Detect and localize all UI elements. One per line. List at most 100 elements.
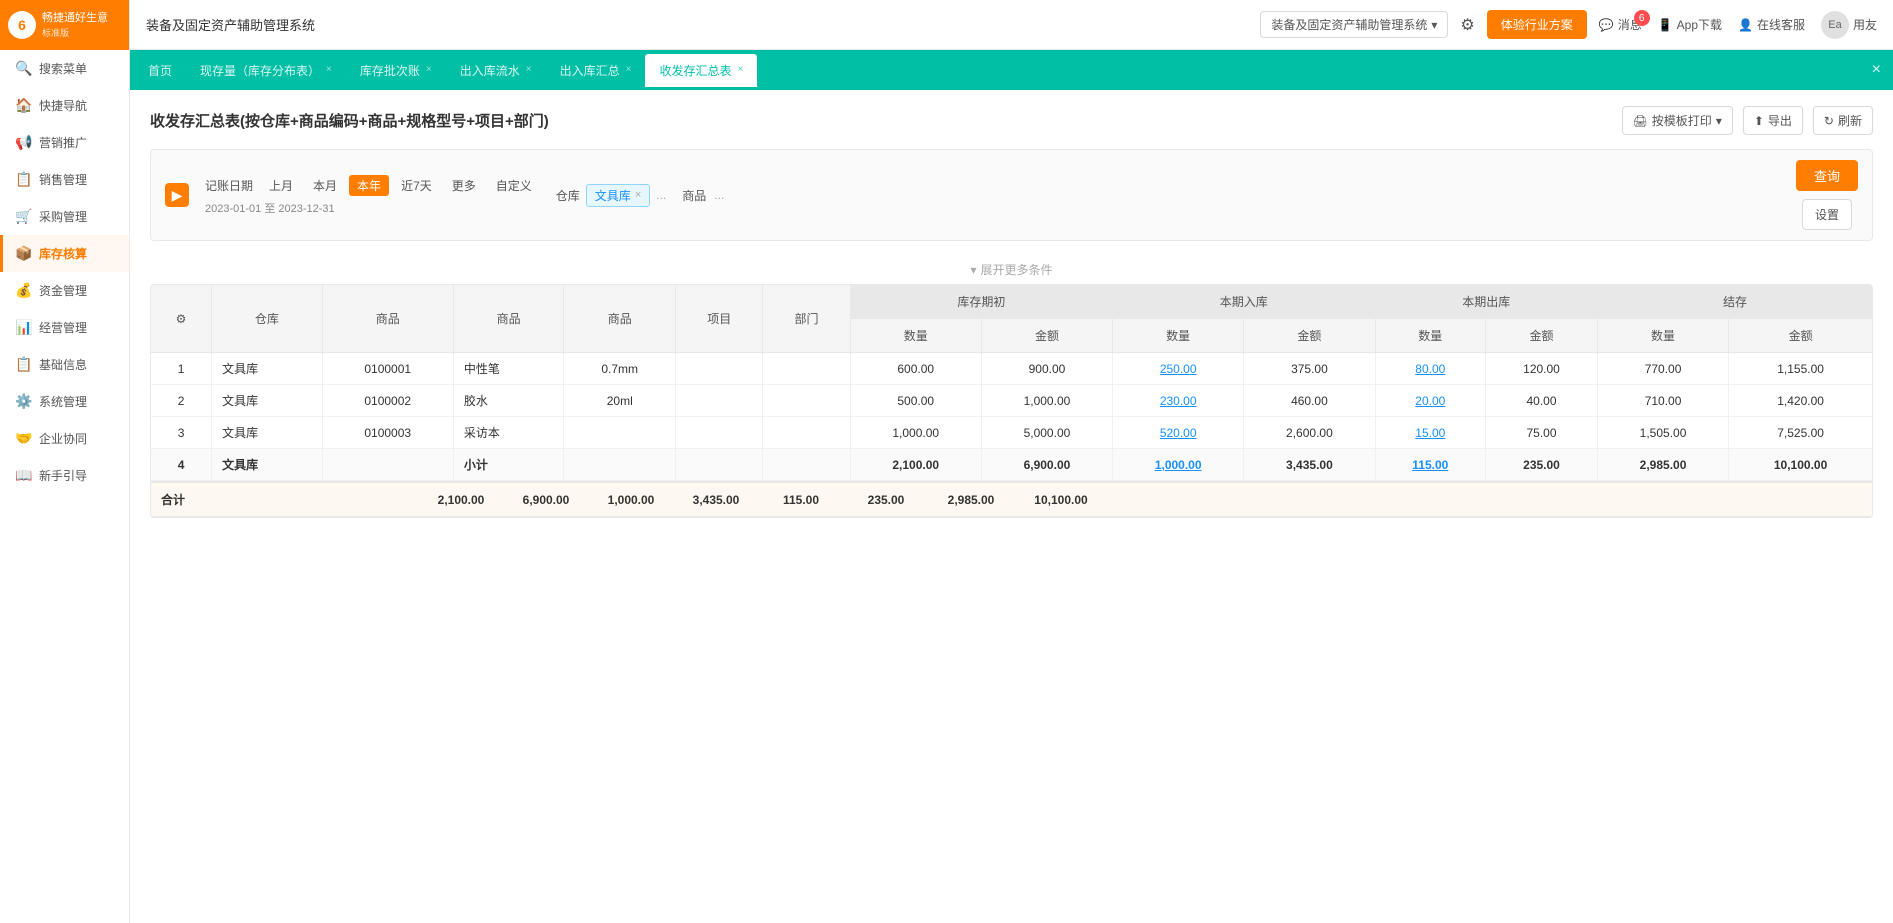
- tab-inout_summary[interactable]: 出入库汇总×: [546, 54, 646, 87]
- date-option-更多[interactable]: 更多: [444, 175, 484, 196]
- tabs-bar: 首页现存量（库存分布表）×库存批次账×出入库流水×出入库汇总×收发存汇总表××: [130, 50, 1893, 90]
- tab-close-inout_summary[interactable]: ×: [626, 65, 632, 75]
- cell-dept-2: [763, 417, 850, 449]
- tab-inventory_dist[interactable]: 现存量（库存分布表）×: [186, 54, 346, 87]
- sidebar-item-marketing_promo[interactable]: 📢营销推广: [0, 124, 129, 161]
- export-label: 导出: [1768, 112, 1792, 129]
- query-button[interactable]: 查询: [1796, 160, 1858, 191]
- warehouse-tag-close-icon[interactable]: ×: [635, 189, 641, 201]
- warehouse-more[interactable]: ...: [656, 188, 666, 202]
- tab-recv_summary[interactable]: 收发存汇总表×: [645, 54, 757, 87]
- tab-home[interactable]: 首页: [134, 54, 186, 87]
- sidebar-item-purchase_mgmt[interactable]: 🛒采购管理: [0, 198, 129, 235]
- sidebar-item-finance[interactable]: 💰资金管理: [0, 272, 129, 309]
- service-icon: 👤: [1738, 18, 1753, 32]
- warehouse-tag-text: 文具库: [595, 187, 631, 204]
- cell-bal-amt-1: 1,420.00: [1729, 385, 1872, 417]
- sidebar-item-basic_info[interactable]: 📋基础信息: [0, 346, 129, 383]
- sidebar-item-new_guide[interactable]: 📖新手引导: [0, 457, 129, 494]
- message-action[interactable]: 💬 消息 6: [1599, 16, 1642, 33]
- tab-close-inout_flow[interactable]: ×: [526, 65, 532, 75]
- table-row: 4 文具库 小计 2,100.00 6,900.00 1,000.00 3,43…: [151, 449, 1872, 481]
- refresh-button[interactable]: ↻ 刷新: [1813, 106, 1873, 135]
- filter-toggle-btn[interactable]: ▶: [165, 183, 189, 207]
- print-button[interactable]: 🖨 按模板打印 ▾: [1622, 106, 1733, 135]
- tabs-close-all-btn[interactable]: ×: [1864, 61, 1889, 79]
- cell-project-0: [676, 353, 763, 385]
- cell-in-qty-3[interactable]: 1,000.00: [1113, 449, 1244, 481]
- sidebar-label-finance: 资金管理: [39, 282, 87, 299]
- product-more[interactable]: ...: [714, 188, 724, 202]
- cell-bal-amt-2: 7,525.00: [1729, 417, 1872, 449]
- cell-in-qty-1[interactable]: 230.00: [1113, 385, 1244, 417]
- topbar-actions: 💬 消息 6 📱 App下载 👤 在线客服 Ea 用友: [1599, 11, 1877, 39]
- system-dropdown-label: 装备及固定资产辅助管理系统: [1271, 16, 1427, 33]
- date-option-本月[interactable]: 本月: [305, 175, 345, 196]
- product-filter-group: 商品 ...: [682, 187, 724, 204]
- col-spec-header: 商品: [564, 285, 676, 353]
- sidebar-label-purchase_mgmt: 采购管理: [39, 208, 87, 225]
- footer-in-qty: 1,000.00: [591, 493, 671, 507]
- date-option-上月[interactable]: 上月: [261, 175, 301, 196]
- sidebar-label-search: 搜索菜单: [39, 60, 87, 77]
- experience-btn[interactable]: 体验行业方案: [1487, 10, 1587, 39]
- settings-table-icon[interactable]: ⚙: [176, 312, 187, 326]
- expand-more-label: 展开更多条件: [981, 261, 1053, 278]
- user-action[interactable]: Ea 用友: [1821, 11, 1877, 39]
- settings-gear-icon[interactable]: ⚙: [1460, 15, 1474, 35]
- export-button[interactable]: ⬆ 导出: [1743, 106, 1803, 135]
- cell-in-qty-0[interactable]: 250.00: [1113, 353, 1244, 385]
- app-download-action[interactable]: 📱 App下载: [1658, 16, 1722, 33]
- sidebar-label-new_guide: 新手引导: [39, 467, 87, 484]
- col-project-header: 项目: [676, 285, 763, 353]
- cell-out-amt-2: 75.00: [1486, 417, 1598, 449]
- cell-no-1: 2: [151, 385, 212, 417]
- message-badge: 6: [1634, 10, 1650, 26]
- cell-bal-qty-3: 2,985.00: [1597, 449, 1728, 481]
- cell-warehouse-2: 文具库: [212, 417, 323, 449]
- date-option-自定义[interactable]: 自定义: [488, 175, 540, 196]
- sidebar-item-inventory[interactable]: 📦库存核算: [0, 235, 129, 272]
- sidebar-item-biz_mgmt[interactable]: 📊经营管理: [0, 309, 129, 346]
- filter-right-actions: 查询 设置: [1796, 160, 1858, 230]
- page-header: 收发存汇总表(按仓库+商品编码+商品+规格型号+项目+部门) 🖨 按模板打印 ▾…: [150, 106, 1873, 135]
- cell-dept-0: [763, 353, 850, 385]
- cell-out-qty-1[interactable]: 20.00: [1375, 385, 1486, 417]
- sales_mgmt-icon: 📋: [15, 171, 31, 188]
- tab-batch[interactable]: 库存批次账×: [346, 54, 446, 87]
- tab-close-inventory_dist[interactable]: ×: [326, 65, 332, 75]
- warehouse-tag[interactable]: 文具库 ×: [586, 184, 650, 207]
- date-option-本年[interactable]: 本年: [349, 175, 389, 196]
- footer-open-amt: 6,900.00: [501, 493, 591, 507]
- system-dropdown[interactable]: 装备及固定资产辅助管理系统 ▾: [1260, 11, 1448, 38]
- tab-close-batch[interactable]: ×: [426, 65, 432, 75]
- tab-close-recv_summary[interactable]: ×: [737, 65, 743, 75]
- col-in-group: 本期入库: [1113, 285, 1375, 319]
- warehouse-label: 仓库: [556, 187, 580, 204]
- sidebar-item-sales_mgmt[interactable]: 📋 销售管理: [0, 161, 129, 198]
- sidebar-label-sales_mgmt: 销售管理: [39, 171, 87, 188]
- col-gear-header[interactable]: ⚙: [151, 285, 212, 353]
- filter-settings-button[interactable]: 设置: [1802, 199, 1852, 230]
- sidebar-item-quick_nav[interactable]: 🏠快捷导航: [0, 87, 129, 124]
- table-row: 3 文具库 0100003 采访本 1,000.00 5,000.00 520.…: [151, 417, 1872, 449]
- date-option-近7天[interactable]: 近7天: [393, 175, 440, 196]
- col-in-amt: 金额: [1244, 319, 1375, 353]
- cell-bal-qty-0: 770.00: [1597, 353, 1728, 385]
- cell-out-qty-0[interactable]: 80.00: [1375, 353, 1486, 385]
- cell-code-3: [322, 449, 453, 481]
- tab-inout_flow[interactable]: 出入库流水×: [446, 54, 546, 87]
- expand-more-btn[interactable]: ▾ 展开更多条件: [150, 255, 1873, 284]
- cell-out-qty-3[interactable]: 115.00: [1375, 449, 1486, 481]
- cell-open-amt-1: 1,000.00: [981, 385, 1112, 417]
- online-service-action[interactable]: 👤 在线客服: [1738, 16, 1805, 33]
- cell-out-amt-3: 235.00: [1486, 449, 1598, 481]
- sidebar-item-search[interactable]: 🔍搜索菜单: [0, 50, 129, 87]
- sidebar-item-corp_collab[interactable]: 🤝企业协同: [0, 420, 129, 457]
- sidebar-item-system_mgmt[interactable]: ⚙️系统管理: [0, 383, 129, 420]
- col-open-amt: 金额: [981, 319, 1112, 353]
- cell-project-2: [676, 417, 763, 449]
- cell-out-qty-2[interactable]: 15.00: [1375, 417, 1486, 449]
- cell-in-qty-2[interactable]: 520.00: [1113, 417, 1244, 449]
- footer-open-qty: 2,100.00: [421, 493, 501, 507]
